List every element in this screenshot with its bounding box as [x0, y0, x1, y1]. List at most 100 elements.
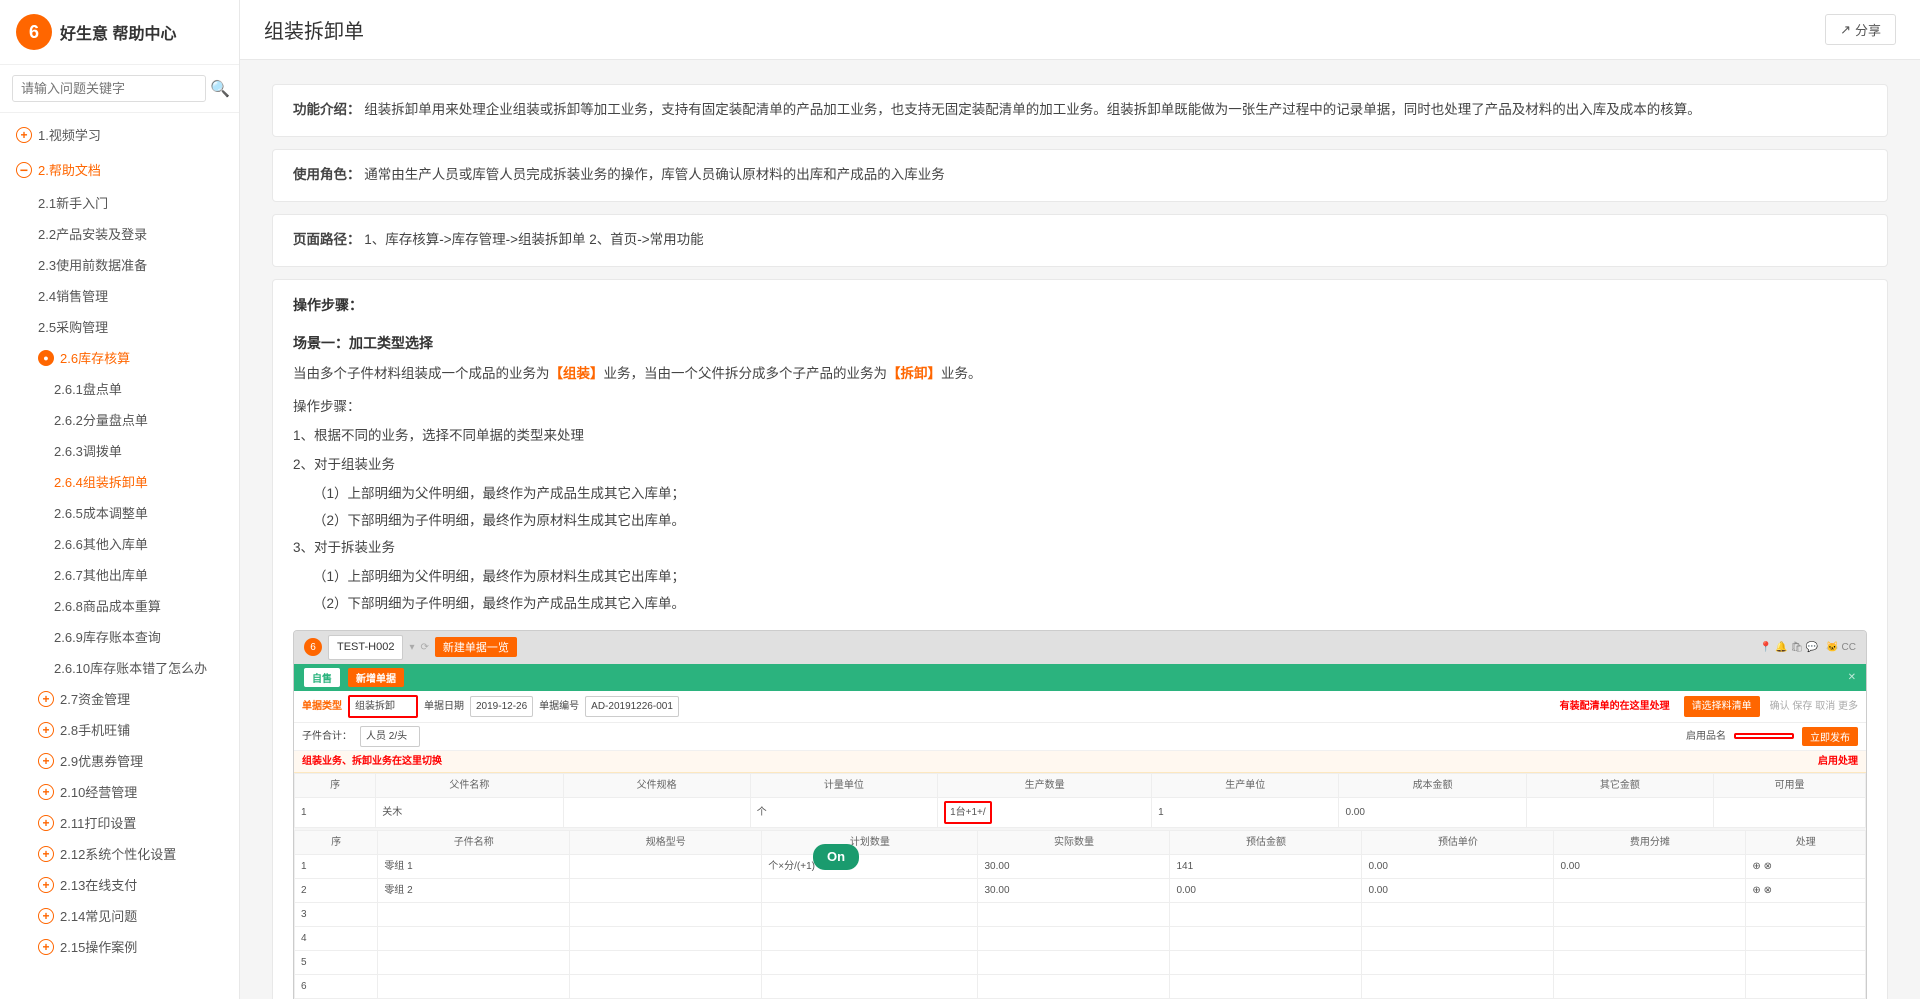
sidebar-item-2-3[interactable]: 2.3使用前数据准备: [0, 249, 239, 280]
sidebar-item-2-10[interactable]: + 2.10经营管理: [0, 776, 239, 807]
col-other: 其它金额: [1526, 773, 1713, 797]
share-button[interactable]: ↗ 分享: [1825, 14, 1896, 45]
sidebar-item-2-4[interactable]: 2.4销售管理: [0, 280, 239, 311]
form-order-input[interactable]: AD-20191226-001: [585, 696, 679, 717]
ops-block: 操作步骤： 场景一：加工类型选择 当由多个子件材料组装成一个成品的业务为【组装】…: [272, 279, 1888, 999]
sidebar-item-2-6-2[interactable]: 2.6.2分量盘点单: [0, 404, 239, 435]
sim-dropdown-icon: ▾: [409, 639, 414, 656]
cell-alloc: 0.00: [1554, 854, 1746, 878]
sim-action-btns: 确认 保存 取消 更多: [1770, 698, 1858, 715]
cell-est-amount: 0.00: [1170, 878, 1362, 902]
sidebar-item-2-8[interactable]: + 2.8手机旺铺: [0, 714, 239, 745]
sidebar-item-label: 2.11打印设置: [60, 813, 136, 832]
col-cost: 成本金额: [1339, 773, 1526, 797]
prod-qty-input[interactable]: 1台+1+/: [944, 801, 992, 824]
sidebar-item-label: 2.4销售管理: [38, 286, 108, 305]
sim-select-btn[interactable]: 请选择料清单: [1684, 696, 1760, 717]
cell-child-name: 零组 1: [378, 854, 570, 878]
sidebar-item-label: 2.10经营管理: [60, 782, 137, 801]
sidebar-item-docs[interactable]: − 2.帮助文档: [0, 152, 239, 187]
form-type-input[interactable]: 组装拆卸: [348, 695, 418, 718]
assembly-label: 【组装】: [550, 366, 604, 381]
scenario1-desc: 当由多个子件材料组装成一个成品的业务为【组装】业务，当由一个父件拆分成多个子产品…: [293, 363, 1867, 386]
sidebar-item-2-1[interactable]: 2.1新手入门: [0, 187, 239, 218]
new-btn[interactable]: 新建单据一览: [435, 637, 517, 657]
col-alloc: 费用分摊: [1554, 830, 1746, 854]
col-actual-qty: 实际数量: [978, 830, 1170, 854]
col-seq: 序: [295, 773, 376, 797]
col-child-spec: 规格型号: [570, 830, 762, 854]
sidebar-item-2-5[interactable]: 2.5采购管理: [0, 311, 239, 342]
sidebar-item-label: 2.6.2分量盘点单: [54, 410, 148, 429]
path-text: 1、库存核算->库存管理->组装拆卸单 2、首页->常用功能: [364, 232, 703, 247]
sidebar-item-label: 2.1新手入门: [38, 193, 108, 212]
col-est-price: 预估单价: [1362, 830, 1554, 854]
sidebar-item-2-15[interactable]: + 2.15操作案例: [0, 931, 239, 962]
table-row: 4: [295, 926, 1866, 950]
sidebar-item-2-6[interactable]: ● 2.6库存核算: [0, 342, 239, 373]
col-seq2: 序: [295, 830, 378, 854]
on-toggle[interactable]: On: [813, 844, 859, 870]
sidebar-item-2-6-5[interactable]: 2.6.5成本调整单: [0, 497, 239, 528]
sidebar-item-2-13[interactable]: + 2.13在线支付: [0, 869, 239, 900]
sidebar-item-2-6-4[interactable]: 2.6.4组装拆卸单: [0, 466, 239, 497]
cell-child-name: 零组 2: [378, 878, 570, 902]
scenario1-title: 场景一：加工类型选择: [293, 332, 1867, 356]
sidebar-item-2-6-7[interactable]: 2.6.7其他出库单: [0, 559, 239, 590]
sidebar-item-2-9[interactable]: + 2.9优惠券管理: [0, 745, 239, 776]
sidebar-item-label: 2.15操作案例: [60, 937, 137, 956]
annotation-switch: 组装业务、拆卸业务在这里切换: [302, 753, 442, 770]
sidebar-item-label: 2.6库存核算: [60, 348, 130, 367]
form-order-label: 单据编号: [539, 698, 579, 715]
role-block: 使用角色： 通常由生产人员或库管人员完成拆装业务的操作，库管人员确认原材料的出库…: [272, 149, 1888, 202]
search-button[interactable]: 🔍: [210, 79, 230, 99]
cell-alloc: [1554, 878, 1746, 902]
sidebar-item-label: 2.2产品安装及登录: [38, 224, 147, 243]
sidebar-item-2-14[interactable]: + 2.14常见问题: [0, 900, 239, 931]
sim-refresh-icon: ⟳: [421, 639, 429, 656]
sidebar-item-label: 2.8手机旺铺: [60, 720, 130, 739]
collapse-icon: −: [16, 162, 32, 178]
cell-prod-unit: 1: [1152, 797, 1339, 827]
sim-icons-right: 📍 🔔 🛍 💬: [1760, 639, 1818, 656]
table-row: 1 零组 1 个×分/(+1) 30.00 141 0.00 0.00 ⊕ ⊗: [295, 854, 1866, 878]
col-prod-unit: 生产单位: [1152, 773, 1339, 797]
sidebar-item-label: 2.6.10库存账本错了怎么办: [54, 658, 207, 677]
search-input[interactable]: [12, 75, 206, 102]
sidebar-item-2-7[interactable]: + 2.7资金管理: [0, 683, 239, 714]
cell-seq: 2: [295, 878, 378, 902]
cell-parent-spec: [563, 797, 750, 827]
cell-parent-name: 关木: [376, 797, 563, 827]
cell-unit: 个: [750, 797, 937, 827]
content-area: 功能介绍： 组装拆卸单用来处理企业组装或拆卸等加工业务，支持有固定装配清单的产品…: [240, 60, 1920, 999]
sim-zishou-btn[interactable]: 自售: [304, 668, 340, 687]
sidebar-item-2-6-9[interactable]: 2.6.9库存账本查询: [0, 621, 239, 652]
sidebar-item-2-6-8[interactable]: 2.6.8商品成本重算: [0, 590, 239, 621]
enable-input[interactable]: [1734, 733, 1794, 739]
sidebar-item-2-11[interactable]: + 2.11打印设置: [0, 807, 239, 838]
intro-label: 功能介绍：: [293, 102, 361, 117]
expand-icon: +: [38, 939, 54, 955]
expand-icon: +: [38, 908, 54, 924]
sidebar-item-video[interactable]: + 1.视频学习: [0, 117, 239, 152]
sidebar-item-2-6-3[interactable]: 2.6.3调拨单: [0, 435, 239, 466]
sidebar-item-2-6-6[interactable]: 2.6.6其他入库单: [0, 528, 239, 559]
cell-est-amount: 141: [1170, 854, 1362, 878]
step1: 1、根据不同的业务，选择不同单据的类型来处理: [293, 425, 1867, 448]
sim-newtab-btn[interactable]: 新增单据: [348, 668, 404, 687]
sidebar-item-label: 2.6.4组装拆卸单: [54, 472, 148, 491]
qty-input[interactable]: 人员 2/头: [360, 726, 420, 747]
step2: 2、对于组装业务: [293, 454, 1867, 477]
annotation-enable: 启用处理: [1818, 753, 1858, 770]
sidebar-item-2-12[interactable]: + 2.12系统个性化设置: [0, 838, 239, 869]
sidebar-item-label: 2.6.7其他出库单: [54, 565, 148, 584]
sidebar-item-2-6-1[interactable]: 2.6.1盘点单: [0, 373, 239, 404]
logo-area: 6 好生意 帮助中心: [0, 0, 239, 65]
sidebar-item-2-6-10[interactable]: 2.6.10库存账本错了怎么办: [0, 652, 239, 683]
expand-icon: +: [38, 846, 54, 862]
form-date-input[interactable]: 2019-12-26: [470, 696, 533, 717]
step3-sub1: （1）上部明细为父件明细，最终作为原材料生成其它出库单；: [313, 566, 1867, 589]
save-btn2[interactable]: 立即发布: [1802, 727, 1858, 746]
sidebar-item-2-2[interactable]: 2.2产品安装及登录: [0, 218, 239, 249]
sidebar-item-label: 2.12系统个性化设置: [60, 844, 176, 863]
